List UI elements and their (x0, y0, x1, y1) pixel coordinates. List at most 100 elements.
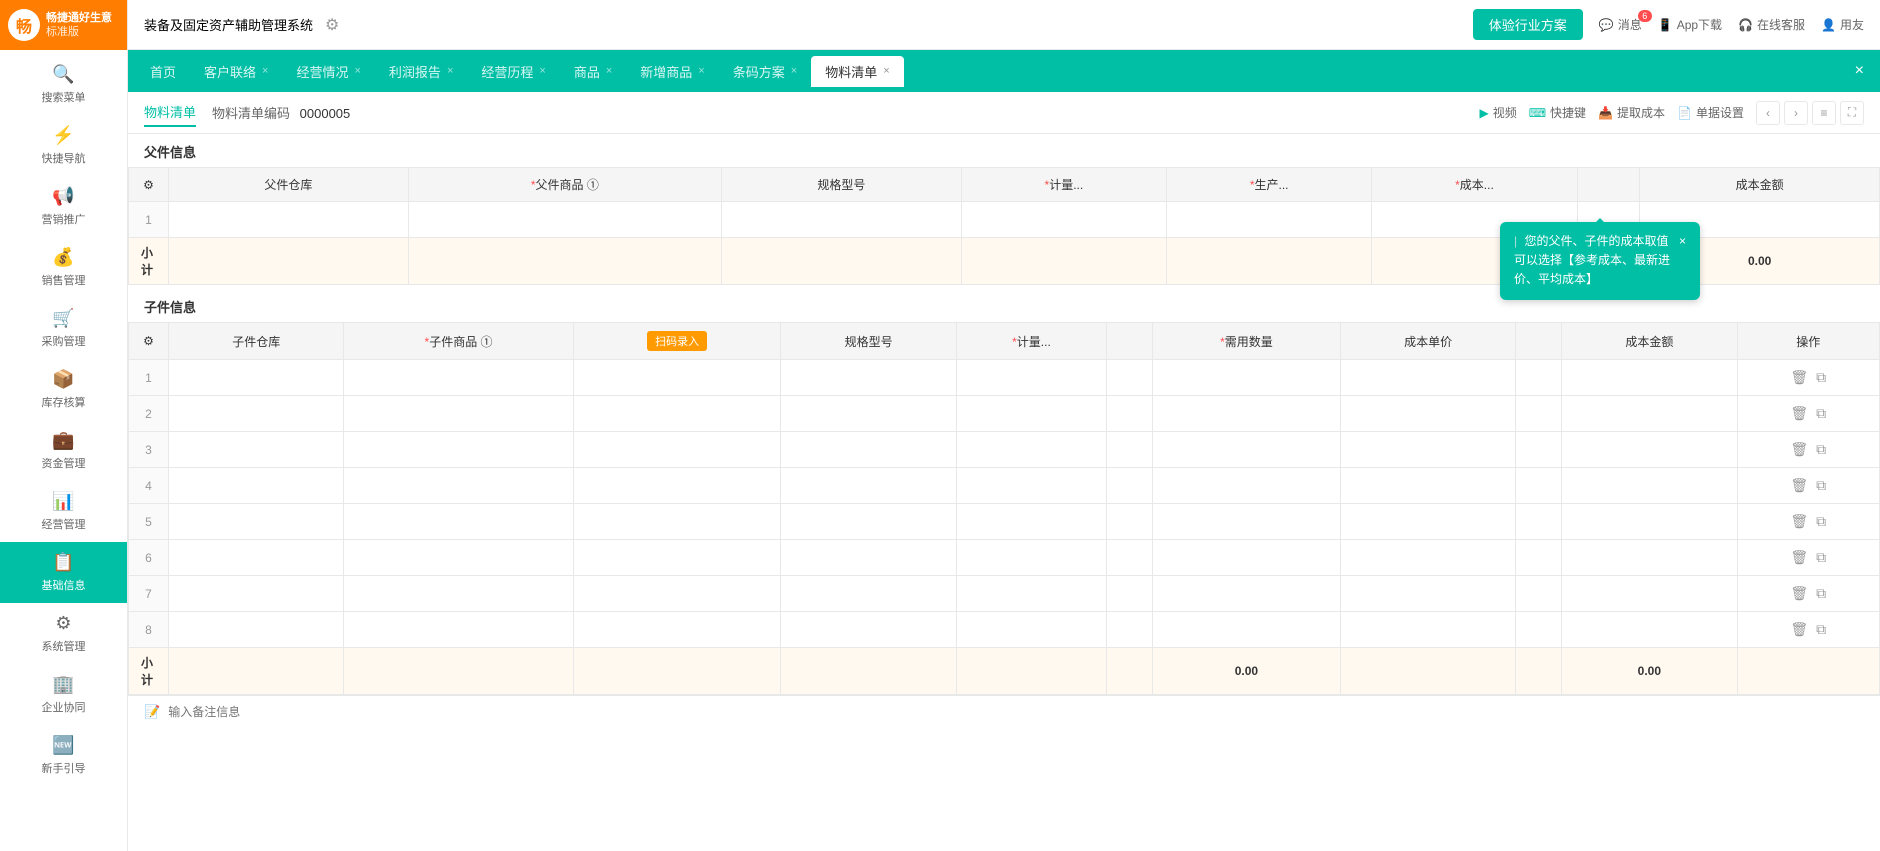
tab-close-bom[interactable]: × (883, 65, 889, 77)
search-icon: 🔍 (52, 64, 74, 85)
tab-profit[interactable]: 利润报告× (375, 56, 467, 87)
sidebar-item-purchase[interactable]: 🛒 采购管理 (0, 298, 127, 359)
user-icon-item[interactable]: 👤 用友 (1821, 16, 1864, 33)
next-arrow[interactable]: › (1784, 101, 1808, 125)
system-icon: ⚙ (55, 613, 71, 634)
parent-row-1-spec[interactable] (722, 202, 962, 238)
sidebar-item-enterprise[interactable]: 🏢 企业协同 (0, 664, 127, 725)
parent-col-goods: *父件商品 ① (408, 168, 721, 202)
sidebar-item-marketing[interactable]: 📢 营销推广 (0, 176, 127, 237)
tab-barcode[interactable]: 条码方案× (719, 56, 811, 87)
child-row-1: 1 🗑⧉ (129, 360, 1880, 396)
sub-tab-bom-list[interactable]: 物料清单 (144, 98, 196, 127)
delete-icon-3[interactable]: 🗑 (1790, 441, 1808, 458)
copy-icon-8[interactable]: ⧉ (1816, 621, 1826, 638)
sidebar-item-sales[interactable]: 💰 销售管理 (0, 237, 127, 298)
child-subtotal-amount: 0.00 (1562, 648, 1737, 695)
tab-close-profit[interactable]: × (447, 65, 453, 77)
tab-close-barcode[interactable]: × (791, 65, 797, 77)
gear-icon: ⚙ (143, 178, 154, 192)
copy-icon-1[interactable]: ⧉ (1816, 369, 1826, 386)
view-video-btn[interactable]: ▶ 视频 (1479, 104, 1516, 121)
message-icon-item[interactable]: 💬 6 消息 (1599, 16, 1642, 33)
sidebar-item-guide[interactable]: 🆕 新手引导 (0, 725, 127, 786)
expand-arrow[interactable]: ⛶ (1840, 101, 1864, 125)
tab-home[interactable]: 首页 (136, 56, 190, 87)
sidebar-item-system[interactable]: ⚙ 系统管理 (0, 603, 127, 664)
child-col-spec: 规格型号 (781, 323, 956, 360)
delete-icon-2[interactable]: 🗑 (1790, 405, 1808, 422)
parent-row-1-warehouse[interactable] (169, 202, 409, 238)
copy-icon-7[interactable]: ⧉ (1816, 585, 1826, 602)
sub-tabs-right: ▶ 视频 ⌨ 快捷键 📥 提取成本 📄 单据设置 ‹ › (1479, 101, 1864, 125)
copy-icon-6[interactable]: ⧉ (1816, 549, 1826, 566)
cost-btn[interactable]: 📥 提取成本 (1598, 104, 1665, 121)
sidebar-item-inventory[interactable]: 📦 库存核算 (0, 359, 127, 420)
prev-arrow[interactable]: ‹ (1756, 101, 1780, 125)
child-row-1-unit-cost[interactable] (1340, 360, 1515, 396)
tab-history[interactable]: 经营历程× (467, 56, 559, 87)
child-row-2-goods[interactable] (344, 396, 573, 432)
sidebar-item-quick-nav[interactable]: ⚡ 快捷导航 (0, 115, 127, 176)
online-service-icon-item[interactable]: 🎧 在线客服 (1738, 16, 1805, 33)
logo-text: 畅捷通好生意 标准版 (46, 11, 112, 40)
child-row-1-spec[interactable] (781, 360, 956, 396)
enterprise-icon: 🏢 (52, 674, 74, 695)
tab-bom[interactable]: 物料清单× (811, 56, 903, 87)
parent-col-settings[interactable]: ⚙ (129, 168, 169, 202)
delete-icon-1[interactable]: 🗑 (1790, 369, 1808, 386)
copy-icon-3[interactable]: ⧉ (1816, 441, 1826, 458)
tab-close-customers[interactable]: × (262, 65, 268, 77)
tab-close-goods[interactable]: × (606, 65, 612, 77)
child-row-2-warehouse[interactable] (169, 396, 344, 432)
parent-row-1-unit[interactable] (961, 202, 1166, 238)
tab-customers[interactable]: 客户联络× (190, 56, 282, 87)
sidebar-item-finance[interactable]: 💼 资金管理 (0, 420, 127, 481)
child-row-1-unit[interactable] (956, 360, 1106, 396)
tab-goods[interactable]: 商品× (560, 56, 626, 87)
finance-icon: 💼 (52, 430, 74, 451)
sidebar-item-search[interactable]: 🔍 搜索菜单 (0, 54, 127, 115)
header-left: 装备及固定资产辅助管理系统 ⚙ (144, 15, 339, 35)
tab-close-history[interactable]: × (539, 65, 545, 77)
child-row-1-warehouse[interactable] (169, 360, 344, 396)
child-row-1-qty[interactable] (1152, 360, 1340, 396)
settings-btn[interactable]: 📄 单据设置 (1677, 104, 1744, 121)
nav-close-all[interactable]: × (1847, 58, 1872, 84)
delete-icon-8[interactable]: 🗑 (1790, 621, 1808, 638)
child-col-action: 操作 (1737, 323, 1879, 360)
tooltip-close-btn[interactable]: × (1679, 232, 1686, 251)
delete-icon-7[interactable]: 🗑 (1790, 585, 1808, 602)
parent-col-warehouse: 父件仓库 (169, 168, 409, 202)
shortcut-btn[interactable]: ⌨ 快捷键 (1529, 104, 1586, 121)
copy-icon-5[interactable]: ⧉ (1816, 513, 1826, 530)
tab-close-new-goods[interactable]: × (698, 65, 704, 77)
delete-icon-4[interactable]: 🗑 (1790, 477, 1808, 494)
child-row-1-extra2 (1516, 360, 1562, 396)
copy-icon-4[interactable]: ⧉ (1816, 477, 1826, 494)
parent-row-1-produce[interactable] (1167, 202, 1372, 238)
parent-col-spec: 规格型号 (722, 168, 962, 202)
header-settings-icon[interactable]: ⚙ (325, 15, 339, 35)
child-subtotal-qty: 0.00 (1152, 648, 1340, 695)
scan-input-btn[interactable]: 扫码录入 (647, 331, 707, 351)
tab-close-operation-status[interactable]: × (354, 65, 360, 77)
parent-col-produce: *生产... (1167, 168, 1372, 202)
app-download-icon-item[interactable]: 📱 App下载 (1658, 16, 1722, 33)
parent-col-unit: *计量... (961, 168, 1166, 202)
parent-row-1-goods[interactable] (408, 202, 721, 238)
child-row-1-goods[interactable] (344, 360, 573, 396)
sidebar-item-basic-info[interactable]: 📋 基础信息 (0, 542, 127, 603)
delete-icon-5[interactable]: 🗑 (1790, 513, 1808, 530)
parent-col-cost: *成本... (1372, 168, 1577, 202)
copy-icon-2[interactable]: ⧉ (1816, 405, 1826, 422)
child-col-settings[interactable]: ⚙ (129, 323, 169, 360)
menu-arrow[interactable]: ≡ (1812, 101, 1836, 125)
tab-new-goods[interactable]: 新增商品× (626, 56, 718, 87)
logo-icon: 畅 (8, 9, 40, 41)
tab-operation-status[interactable]: 经营情况× (282, 56, 374, 87)
sidebar-item-operation[interactable]: 📊 经营管理 (0, 481, 127, 542)
delete-icon-6[interactable]: 🗑 (1790, 549, 1808, 566)
note-input[interactable] (168, 705, 1864, 719)
trial-button[interactable]: 体验行业方案 (1473, 9, 1583, 40)
